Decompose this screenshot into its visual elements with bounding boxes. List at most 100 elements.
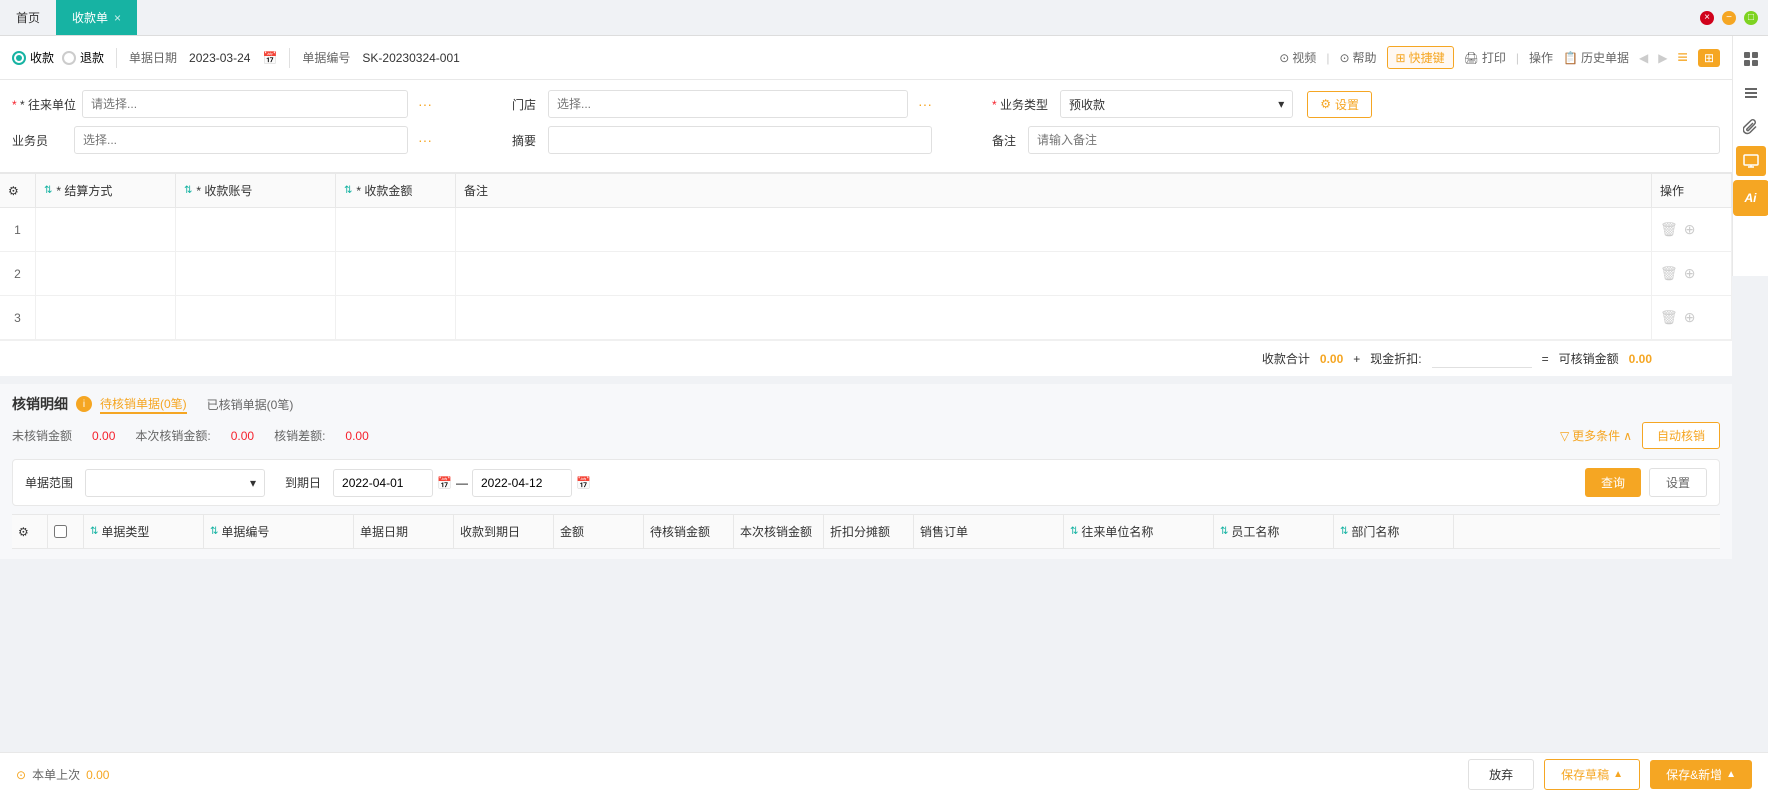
- video-btn[interactable]: ⊙ 视频: [1279, 49, 1316, 66]
- btcol-checkbox[interactable]: [48, 515, 84, 548]
- calendar-icon[interactable]: 📅: [262, 51, 277, 65]
- footer-left: ⊙ 本单上次 0.00: [16, 766, 109, 783]
- info-icon[interactable]: i: [76, 396, 92, 412]
- unchecked-label: 未核销金额: [12, 427, 72, 444]
- sidebar-attach-icon[interactable]: [1736, 112, 1766, 142]
- footer-right: 放弃 保存草稿 ▲ 保存&新增 ▲: [1468, 759, 1752, 790]
- done-tab[interactable]: 已核销单据(0笔): [207, 396, 294, 413]
- auto-verify-btn[interactable]: 自动核销: [1642, 422, 1720, 449]
- row-1-copy-icon[interactable]: ⊕: [1684, 221, 1696, 238]
- row-1-amount[interactable]: [336, 208, 456, 251]
- row-2-settle[interactable]: [36, 252, 176, 295]
- prev-bill-label: 本单上次: [32, 766, 80, 783]
- row-2-amount[interactable]: [336, 252, 456, 295]
- date-range: 📅 — 📅: [333, 469, 591, 497]
- more-conditions-btn[interactable]: ▽ 更多条件 ∧: [1560, 427, 1632, 444]
- operate-label: 操作: [1529, 49, 1553, 66]
- radio-refund[interactable]: 退款: [62, 49, 104, 66]
- bill-date-label: 单据日期: [129, 49, 177, 66]
- history-label: 历史单据: [1581, 49, 1629, 66]
- right-sidebar: Ai: [1732, 36, 1768, 276]
- partner-field: * * 往来单位 ···: [12, 90, 432, 118]
- pending-tab[interactable]: 待核销单据(0笔): [100, 395, 187, 414]
- radio-collect[interactable]: 收款: [12, 49, 54, 66]
- table-area: ⚙ ⇅ * 结算方式 ⇅ * 收款账号 ⇅ * 收款金额 备注 操作: [0, 173, 1732, 340]
- chevron-down-icon: ▾: [1278, 97, 1284, 111]
- due-date-field: 到期日 📅 — 📅: [285, 469, 591, 497]
- help-btn[interactable]: ⊙ 帮助: [1339, 49, 1376, 66]
- row-1-remark[interactable]: [456, 208, 1652, 251]
- sidebar-doc-icon[interactable]: [1736, 78, 1766, 108]
- partner-more-btn[interactable]: ···: [418, 96, 432, 112]
- verify-diff-value: 0.00: [345, 429, 368, 443]
- remark-label: 备注: [992, 132, 1016, 149]
- row-3-account[interactable]: [176, 296, 336, 339]
- radio-collect-dot: [12, 51, 26, 65]
- tab-close-icon[interactable]: ×: [114, 11, 121, 25]
- remark-field: 备注: [992, 126, 1720, 154]
- row-2-delete-icon[interactable]: 🗑: [1660, 265, 1678, 282]
- shop-input[interactable]: [548, 90, 908, 118]
- range-select[interactable]: ▾: [85, 469, 265, 497]
- history-btn[interactable]: 📋 历史单据: [1563, 49, 1629, 66]
- row-2-account[interactable]: [176, 252, 336, 295]
- business-type-select[interactable]: 预收款 ▾: [1060, 90, 1293, 118]
- current-verify-label: 本次核销金额:: [135, 427, 210, 444]
- operate-btn[interactable]: 操作: [1529, 49, 1553, 66]
- btcol-bill-no: ⇅ 单据编号: [204, 515, 354, 548]
- row-3-remark[interactable]: [456, 296, 1652, 339]
- draft-btn[interactable]: 保存草稿 ▲: [1544, 759, 1640, 790]
- row-3-amount[interactable]: [336, 296, 456, 339]
- col-settings[interactable]: ⚙: [0, 174, 36, 207]
- date-to-input[interactable]: [472, 469, 572, 497]
- shop-more-btn[interactable]: ···: [918, 96, 932, 112]
- sidebar-table-icon[interactable]: [1736, 44, 1766, 74]
- settings-btn[interactable]: ⚙ 设置: [1307, 91, 1372, 118]
- row-2-copy-icon[interactable]: ⊕: [1684, 265, 1696, 282]
- list-view-icon[interactable]: ≡: [1677, 47, 1688, 68]
- staff-more-btn[interactable]: ···: [418, 132, 432, 148]
- discard-btn[interactable]: 放弃: [1468, 759, 1534, 790]
- partner-input[interactable]: [82, 90, 408, 118]
- calendar-from-icon[interactable]: 📅: [437, 476, 452, 490]
- sidebar-screen-icon[interactable]: [1736, 146, 1766, 176]
- calendar-to-icon[interactable]: 📅: [576, 476, 591, 490]
- print-btn[interactable]: 🖨 打印: [1464, 49, 1506, 66]
- divider-1: [116, 48, 117, 68]
- row-3-settle[interactable]: [36, 296, 176, 339]
- footer: ⊙ 本单上次 0.00 放弃 保存草稿 ▲ 保存&新增 ▲: [0, 752, 1768, 796]
- tab-receipts[interactable]: 收款单 ×: [56, 0, 137, 35]
- tab-bar: 首页 收款单 × × − □: [0, 0, 1768, 36]
- window-min-btn[interactable]: −: [1722, 11, 1736, 25]
- save-new-btn[interactable]: 保存&新增 ▲: [1650, 760, 1752, 789]
- discount-input[interactable]: [1432, 349, 1532, 368]
- row-3-copy-icon[interactable]: ⊕: [1684, 309, 1696, 326]
- select-all-checkbox[interactable]: [54, 525, 67, 538]
- query-btn[interactable]: 查询: [1585, 468, 1641, 497]
- window-close-btn[interactable]: ×: [1700, 11, 1714, 25]
- date-from-input[interactable]: [333, 469, 433, 497]
- verify-settings-btn[interactable]: 设置: [1649, 468, 1707, 497]
- row-1-settle[interactable]: [36, 208, 176, 251]
- staff-input[interactable]: [74, 126, 408, 154]
- tab-home[interactable]: 首页: [0, 0, 56, 35]
- bill-date-value[interactable]: 2023-03-24: [189, 51, 250, 65]
- row-2-actions: 🗑 ⊕: [1652, 252, 1732, 295]
- tab-home-label: 首页: [16, 9, 40, 26]
- ai-btn[interactable]: Ai: [1733, 180, 1768, 216]
- remark-input[interactable]: [1028, 126, 1720, 154]
- row-2-remark[interactable]: [456, 252, 1652, 295]
- row-1-delete-icon[interactable]: 🗑: [1660, 221, 1678, 238]
- discount-label: 现金折扣:: [1370, 350, 1421, 367]
- row-3-delete-icon[interactable]: 🗑: [1660, 309, 1678, 326]
- window-max-btn[interactable]: □: [1744, 11, 1758, 25]
- row-1-account[interactable]: [176, 208, 336, 251]
- btcol-settings[interactable]: ⚙: [12, 515, 48, 548]
- col-remark: 备注: [456, 174, 1652, 207]
- filter-row: 单据范围 ▾ 到期日 📅 — 📅 查询: [12, 459, 1720, 506]
- summary-input[interactable]: [548, 126, 932, 154]
- shortcut-btn[interactable]: ⊞ 快捷键: [1387, 46, 1454, 69]
- radio-refund-dot: [62, 51, 76, 65]
- total-value: 0.00: [1320, 352, 1343, 366]
- grid-view-btn[interactable]: ⊞: [1698, 49, 1720, 67]
